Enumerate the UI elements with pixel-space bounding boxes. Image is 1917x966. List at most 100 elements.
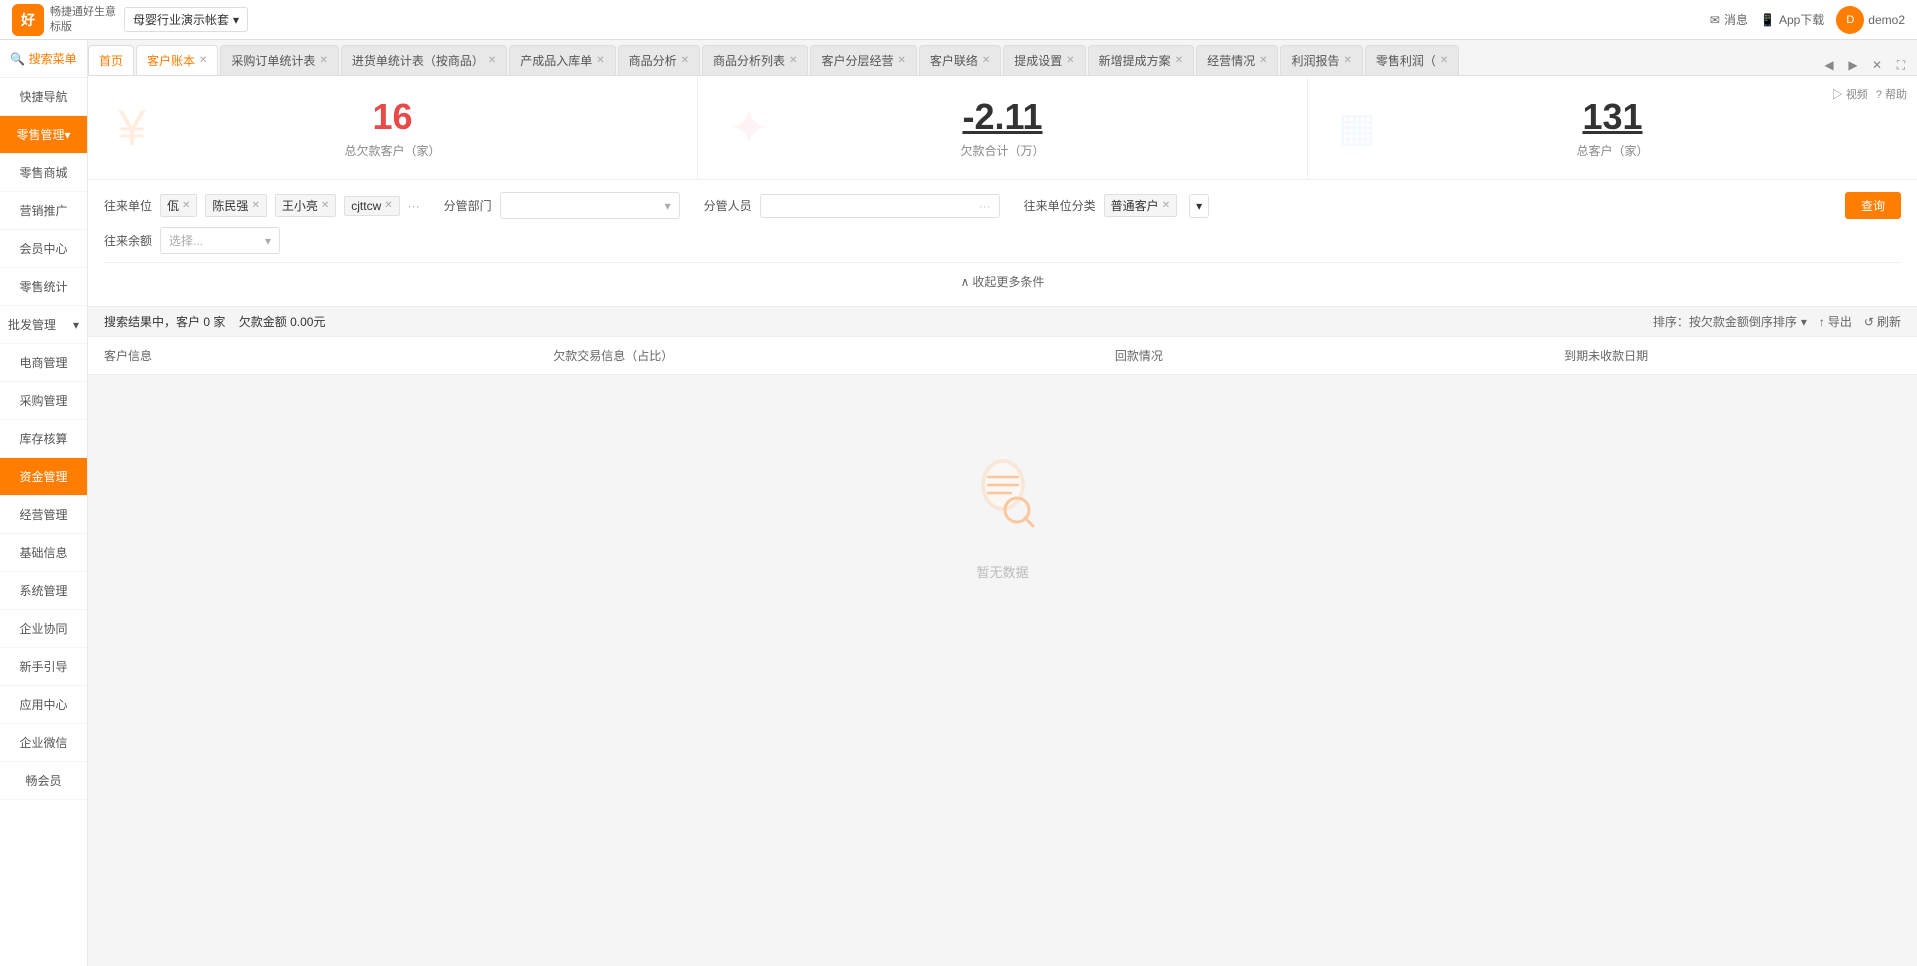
tab-customer-contact[interactable]: 客户联络 ✕ [919,45,1001,75]
main-layout: 🔍 搜索菜单 快捷导航 零售管理 ▾ 零售商城 营销推广 会员中心 零售统计 批… [0,40,1917,966]
app-download-button[interactable]: 📱 App下载 [1760,11,1824,28]
tab-fullscreen-button[interactable]: ⛶ [1891,55,1911,75]
results-actions: 排序：按欠款金额倒序排序 ▾ ↑ 导出 ↺ 刷新 [1653,313,1901,330]
sidebar-item-operations[interactable]: 经营管理 [0,496,87,534]
remove-tag-category[interactable]: ✕ [1162,200,1170,211]
close-icon[interactable]: ✕ [596,55,604,66]
sidebar-item-wholesale[interactable]: 批发管理▾ [0,306,87,344]
unit-filter-label: 往来单位 [104,197,152,214]
sort-icon: ▾ [1801,315,1807,329]
filter-tag-unit1: 佤 ✕ [160,194,197,217]
stat-total-label: 总客户（家） [1576,142,1648,159]
sidebar-item-basic-info[interactable]: 基础信息 [0,534,87,572]
remove-tag-unit1[interactable]: ✕ [182,200,190,211]
stat-total-value: 131 [1576,96,1648,138]
filter-tag-unit4: cjttcw ✕ [344,196,399,216]
sidebar-item-purchase[interactable]: 采购管理 [0,382,87,420]
dept-filter-label: 分管部门 [444,197,492,214]
close-icon[interactable]: ✕ [319,55,327,66]
sidebar-item-marketing[interactable]: 营销推广 [0,192,87,230]
query-button[interactable]: 查询 [1845,192,1901,219]
account-select[interactable]: 母婴行业演示帐套 ▾ [124,7,248,32]
tab-prev-button[interactable]: ◀ [1819,55,1839,75]
filter-more-tags[interactable]: ··· [408,199,420,213]
sidebar-search[interactable]: 🔍 搜索菜单 [0,40,87,78]
sidebar-item-enterprise[interactable]: 企业协同 [0,610,87,648]
empty-state: 暂无数据 [88,375,1917,661]
tab-operations[interactable]: 经营情况 ✕ [1196,45,1278,75]
results-info: 搜索结果中，客户 0 家 欠款金额 0.00元 [104,313,325,330]
sidebar-item-retail[interactable]: 零售管理 ▾ [0,116,87,154]
remove-tag-unit2[interactable]: ✕ [251,200,259,211]
export-icon: ↑ [1819,315,1825,329]
sidebar-item-retail-stats[interactable]: 零售统计 [0,268,87,306]
stat-total-customers: ▦ 131 总客户（家） ▷ 视频 ? 帮助 [1308,76,1917,179]
tab-home[interactable]: 首页 [88,45,134,75]
remove-tag-unit4[interactable]: ✕ [384,200,392,211]
page-content: ¥ 16 总欠款客户（家） ✦ -2.11 欠款合计（万） ▦ [88,76,1917,966]
download-icon: 📱 [1760,13,1775,27]
remove-tag-unit3[interactable]: ✕ [321,200,329,211]
sort-button[interactable]: 排序：按欠款金额倒序排序 ▾ [1653,313,1807,330]
user-menu[interactable]: D demo2 [1836,6,1905,34]
close-icon[interactable]: ✕ [1440,55,1448,66]
message-button[interactable]: ✉ 消息 [1710,11,1748,28]
tab-profit-report[interactable]: 利润报告 ✕ [1280,45,1362,75]
close-icon[interactable]: ✕ [1344,55,1352,66]
tab-close-all-button[interactable]: ✕ [1867,55,1887,75]
tab-product-analysis-list[interactable]: 商品分析列表 ✕ [702,45,808,75]
sidebar-item-finance[interactable]: 资金管理 [0,458,87,496]
chevron-down-icon: ▾ [233,13,239,27]
filter-tag-unit3: 王小亮 ✕ [275,194,336,217]
video-button[interactable]: ▷ 视频 [1832,86,1868,102]
tab-add-commission[interactable]: 新增提成方案 ✕ [1088,45,1194,75]
close-icon[interactable]: ✕ [488,55,496,66]
filter-row-2: 往来余额 选择... ▾ [104,227,1901,254]
close-icon[interactable]: ✕ [982,55,990,66]
logo-area: 好 畅捷通好生意 标版 [12,4,116,36]
close-icon[interactable]: ✕ [789,55,797,66]
dept-dropdown[interactable]: ▾ [500,192,680,219]
results-bar: 搜索结果中，客户 0 家 欠款金额 0.00元 排序：按欠款金额倒序排序 ▾ ↑… [88,307,1917,337]
sidebar-item-inventory[interactable]: 库存核算 [0,420,87,458]
export-button[interactable]: ↑ 导出 [1819,313,1852,330]
close-icon[interactable]: ✕ [1066,55,1074,66]
col-header-date: 到期未收款日期 [1564,347,1901,364]
close-icon[interactable]: ✕ [681,55,689,66]
dept-dropdown-arrow: ▾ [665,199,671,213]
collapse-button[interactable]: ∧ 收起更多条件 [961,269,1045,294]
refresh-button[interactable]: ↺ 刷新 [1864,313,1901,330]
sidebar-item-member[interactable]: 会员中心 [0,230,87,268]
sidebar-item-retail-mall[interactable]: 零售商城 [0,154,87,192]
person-input[interactable]: ··· [760,194,1000,218]
sidebar-item-member2[interactable]: 畅会员 [0,762,87,800]
close-icon[interactable]: ✕ [1175,55,1183,66]
tab-goods-stats[interactable]: 进货单统计表（按商品） ✕ [341,45,507,75]
sidebar-item-guide[interactable]: 新手引导 [0,648,87,686]
balance-dropdown[interactable]: 选择... ▾ [160,227,280,254]
col-header-repayment: 回款情况 [1115,347,1564,364]
tab-commission-settings[interactable]: 提成设置 ✕ [1003,45,1085,75]
empty-icon [963,455,1043,550]
sidebar-item-app-center[interactable]: 应用中心 [0,686,87,724]
tab-purchase-order[interactable]: 采购订单统计表 ✕ [220,45,338,75]
close-icon[interactable]: ✕ [1259,55,1267,66]
stat-debt-label: 欠款合计（万） [960,142,1044,159]
filter-row-1: 往来单位 佤 ✕ 陈民强 ✕ 王小亮 ✕ cjttcw [104,192,1901,219]
col-header-customer: 客户信息 [104,347,553,364]
help-button[interactable]: ? 帮助 [1876,86,1907,102]
sidebar-item-wechat[interactable]: 企业微信 [0,724,87,762]
chevron-up-icon: ∧ [961,275,970,289]
tab-retail-profit[interactable]: 零售利润（ ✕ [1365,45,1459,75]
tab-product-analysis[interactable]: 商品分析 ✕ [618,45,700,75]
close-icon[interactable]: ✕ [199,55,207,66]
tab-customer-layer[interactable]: 客户分层经营 ✕ [810,45,916,75]
sidebar-quick-nav[interactable]: 快捷导航 [0,78,87,116]
sidebar-item-ecommerce[interactable]: 电商管理 [0,344,87,382]
sidebar-item-system[interactable]: 系统管理 [0,572,87,610]
tab-next-button[interactable]: ▶ [1843,55,1863,75]
close-icon[interactable]: ✕ [897,55,905,66]
category-dropdown-btn[interactable]: ▾ [1189,194,1209,218]
tab-production[interactable]: 产成品入库单 ✕ [509,45,615,75]
tab-customer-ledger[interactable]: 客户账本 ✕ [136,45,218,75]
